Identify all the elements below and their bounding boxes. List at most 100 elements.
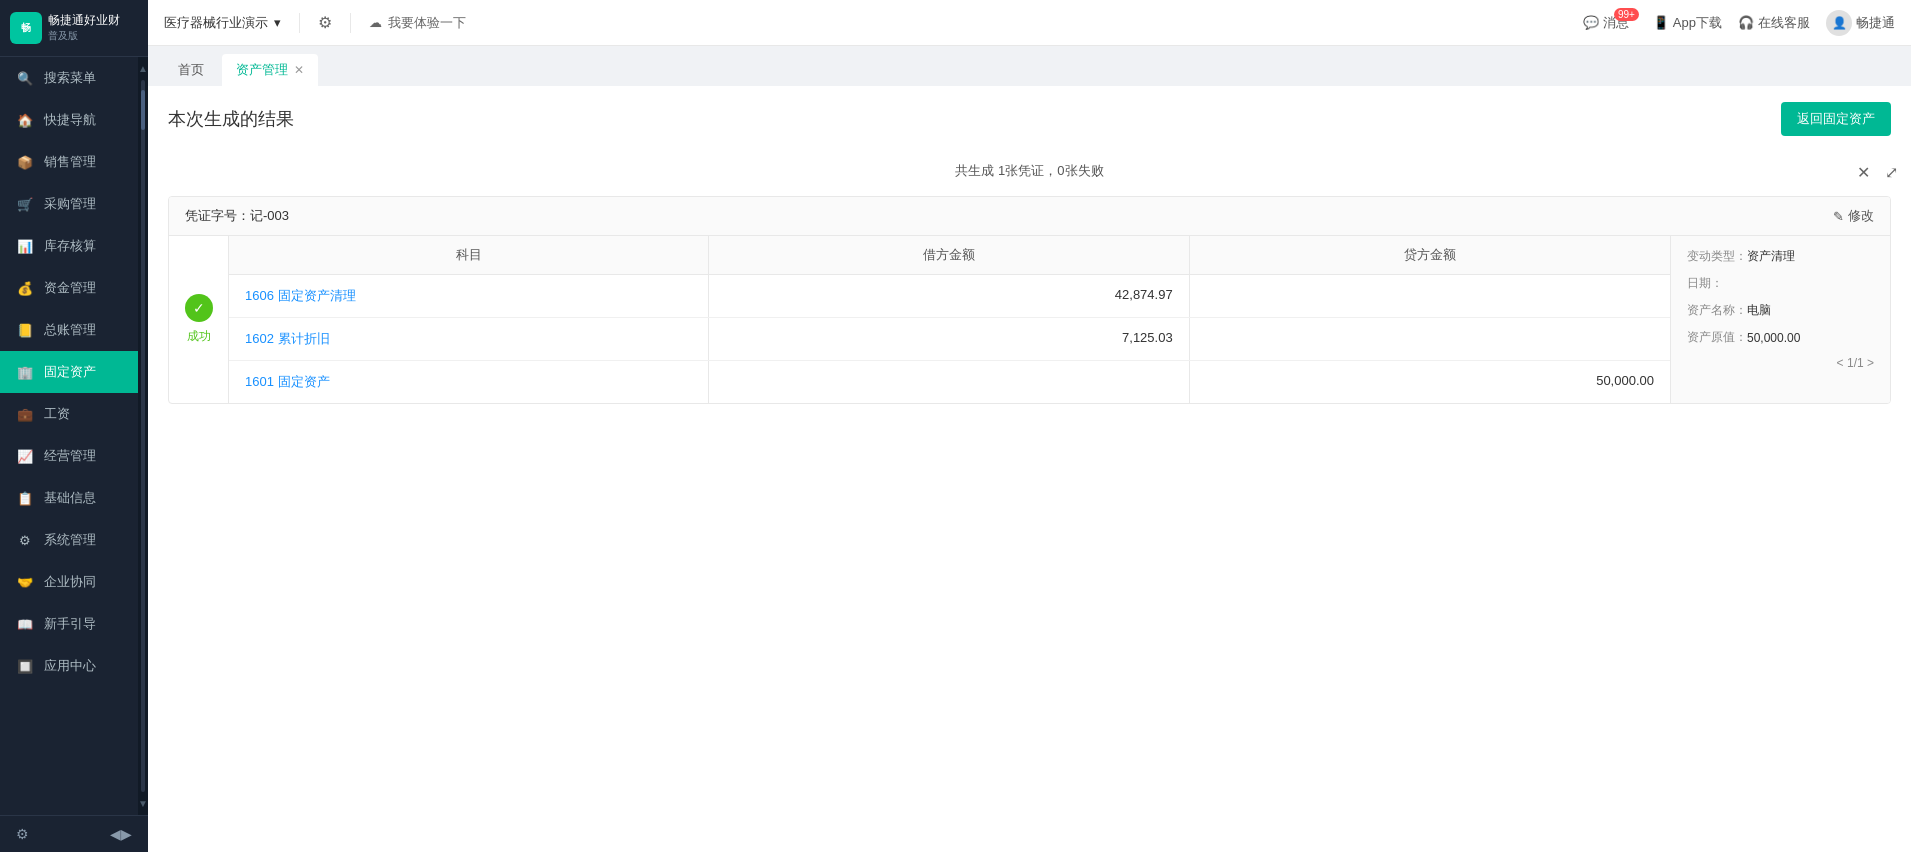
salary-icon: 💼 bbox=[16, 405, 34, 423]
sidebar-logo: 畅 畅捷通好业财 普及版 bbox=[0, 0, 148, 57]
change-type-value: 资产清理 bbox=[1747, 248, 1795, 265]
result-summary: 共生成 1张凭证，0张失败 bbox=[148, 146, 1911, 196]
sidebar-item-salary[interactable]: 💼 工资 bbox=[0, 393, 138, 435]
sidebar-item-info[interactable]: 📋 基础信息 bbox=[0, 477, 138, 519]
sidebar-item-purchase[interactable]: 🛒 采购管理 bbox=[0, 183, 138, 225]
asset-tab-label: 资产管理 bbox=[236, 61, 288, 79]
sidebar-item-finance[interactable]: 💰 资金管理 bbox=[0, 267, 138, 309]
success-icon: ✓ bbox=[185, 294, 213, 322]
user-menu[interactable]: 👤 畅捷通 bbox=[1826, 10, 1895, 36]
return-button[interactable]: 返回固定资产 bbox=[1781, 102, 1891, 136]
phone-icon: 📱 bbox=[1653, 15, 1669, 30]
messages-badge: 99+ bbox=[1614, 8, 1639, 21]
col-credit: 贷方金额 bbox=[1190, 236, 1670, 274]
table-row: 1606 固定资产清理 42,874.97 bbox=[229, 275, 1670, 318]
date-label: 日期： bbox=[1687, 275, 1747, 292]
system-icon: ⚙ bbox=[16, 531, 34, 549]
customer-service-button[interactable]: 🎧 在线客服 bbox=[1738, 14, 1810, 32]
cloud-icon: ☁ bbox=[369, 15, 382, 30]
settings-button[interactable]: ⚙ bbox=[318, 13, 332, 32]
date-row: 日期： bbox=[1687, 275, 1874, 292]
expand-panel-button[interactable]: ⤢ bbox=[1879, 160, 1903, 184]
sidebar-item-apps[interactable]: 🔲 应用中心 bbox=[0, 645, 138, 687]
sidebar-item-label: 企业协同 bbox=[44, 573, 96, 591]
messages-button[interactable]: 💬 消息 99+ bbox=[1583, 14, 1629, 32]
edit-label: 修改 bbox=[1848, 207, 1874, 225]
sidebar-item-label: 搜索菜单 bbox=[44, 69, 96, 87]
operation-icon: 📈 bbox=[16, 447, 34, 465]
status-column: ✓ 成功 bbox=[169, 236, 229, 403]
search-icon: 🔍 bbox=[16, 69, 34, 87]
debit-cell bbox=[709, 361, 1189, 403]
content-area: ✕ ⤢ 本次生成的结果 返回固定资产 共生成 1张凭证，0张失败 凭证字号：记-… bbox=[148, 86, 1911, 852]
sidebar-item-ledger[interactable]: 📒 总账管理 bbox=[0, 309, 138, 351]
close-panel-button[interactable]: ✕ bbox=[1851, 160, 1875, 184]
tab-home[interactable]: 首页 bbox=[164, 54, 218, 86]
purchase-icon: 🛒 bbox=[16, 195, 34, 213]
finance-icon: 💰 bbox=[16, 279, 34, 297]
credit-cell bbox=[1190, 275, 1670, 317]
inventory-icon: 📊 bbox=[16, 237, 34, 255]
table-row: 1602 累计折旧 7,125.03 bbox=[229, 318, 1670, 361]
scroll-up-btn[interactable]: ▲ bbox=[136, 61, 148, 76]
debit-cell: 7,125.03 bbox=[709, 318, 1189, 360]
apps-icon: 🔲 bbox=[16, 657, 34, 675]
sidebar-item-system[interactable]: ⚙ 系统管理 bbox=[0, 519, 138, 561]
change-type-label: 变动类型： bbox=[1687, 248, 1747, 265]
edit-button[interactable]: ✎ 修改 bbox=[1833, 207, 1874, 225]
scroll-down-btn[interactable]: ▼ bbox=[136, 796, 148, 811]
sidebar-item-sales[interactable]: 📦 销售管理 bbox=[0, 141, 138, 183]
logo-edition: 普及版 bbox=[48, 29, 120, 43]
credit-cell: 50,000.00 bbox=[1190, 361, 1670, 403]
sidebar-item-label: 基础信息 bbox=[44, 489, 96, 507]
change-type-row: 变动类型： 资产清理 bbox=[1687, 248, 1874, 265]
pagination: < 1/1 > bbox=[1687, 356, 1874, 370]
next-page-btn[interactable]: > bbox=[1867, 356, 1874, 370]
subject-cell[interactable]: 1601 固定资产 bbox=[229, 361, 709, 403]
logo-icon: 畅 bbox=[10, 12, 42, 44]
experience-label: 我要体验一下 bbox=[388, 14, 466, 32]
credit-cell bbox=[1190, 318, 1670, 360]
experience-button[interactable]: ☁ 我要体验一下 bbox=[369, 14, 466, 32]
sidebar-nav: 🔍 搜索菜单 🏠 快捷导航 📦 销售管理 🛒 采购管理 📊 库存核算 💰 资金管… bbox=[0, 57, 138, 815]
sidebar-item-asset[interactable]: 🏢 固定资产 bbox=[0, 351, 138, 393]
subject-cell[interactable]: 1606 固定资产清理 bbox=[229, 275, 709, 317]
sidebar-item-operation[interactable]: 📈 经营管理 bbox=[0, 435, 138, 477]
voucher-number: 凭证字号：记-003 bbox=[185, 207, 289, 225]
sidebar-item-collab[interactable]: 🤝 企业协同 bbox=[0, 561, 138, 603]
sidebar-scrollbar: ▲ ▼ bbox=[138, 57, 148, 815]
tab-close-button[interactable]: ✕ bbox=[294, 63, 304, 77]
prev-page-btn[interactable]: < bbox=[1837, 356, 1844, 370]
dropdown-icon: ▾ bbox=[274, 15, 281, 30]
tabbar: 首页 资产管理 ✕ bbox=[148, 46, 1911, 86]
page-info: 1/1 bbox=[1847, 356, 1867, 370]
settings-icon[interactable]: ⚙ bbox=[16, 826, 29, 842]
company-name: 医疗器械行业演示 bbox=[164, 14, 268, 32]
voucher-section: 凭证字号：记-003 ✎ 修改 ✓ 成功 科目 借方金额 贷方金额 bbox=[168, 196, 1891, 404]
company-selector[interactable]: 医疗器械行业演示 ▾ bbox=[164, 14, 281, 32]
home-tab-label: 首页 bbox=[178, 61, 204, 79]
sidebar-item-search[interactable]: 🔍 搜索菜单 bbox=[0, 57, 138, 99]
collapse-icon[interactable]: ◀▶ bbox=[110, 826, 132, 842]
sidebar-item-label: 总账管理 bbox=[44, 321, 96, 339]
sidebar-item-home[interactable]: 🏠 快捷导航 bbox=[0, 99, 138, 141]
sidebar-item-label: 固定资产 bbox=[44, 363, 96, 381]
voucher-table: 科目 借方金额 贷方金额 1606 固定资产清理 42,874.97 1602 … bbox=[229, 236, 1670, 403]
asset-name-row: 资产名称： 电脑 bbox=[1687, 302, 1874, 319]
status-label: 成功 bbox=[187, 328, 211, 345]
debit-cell: 42,874.97 bbox=[709, 275, 1189, 317]
tab-asset-management[interactable]: 资产管理 ✕ bbox=[222, 54, 318, 86]
sidebar-item-inventory[interactable]: 📊 库存核算 bbox=[0, 225, 138, 267]
voucher-body: ✓ 成功 科目 借方金额 贷方金额 1606 固定资产清理 42,874.97 … bbox=[169, 236, 1890, 403]
sidebar-item-label: 系统管理 bbox=[44, 531, 96, 549]
col-subject: 科目 bbox=[229, 236, 709, 274]
sidebar-item-label: 采购管理 bbox=[44, 195, 96, 213]
subject-cell[interactable]: 1602 累计折旧 bbox=[229, 318, 709, 360]
home-icon: 🏠 bbox=[16, 111, 34, 129]
sidebar-item-guide[interactable]: 📖 新手引导 bbox=[0, 603, 138, 645]
page-header: 本次生成的结果 返回固定资产 bbox=[148, 86, 1911, 146]
table-row: 1601 固定资产 50,000.00 bbox=[229, 361, 1670, 403]
guide-icon: 📖 bbox=[16, 615, 34, 633]
app-download-button[interactable]: 📱 App下载 bbox=[1653, 14, 1722, 32]
sidebar-item-label: 快捷导航 bbox=[44, 111, 96, 129]
